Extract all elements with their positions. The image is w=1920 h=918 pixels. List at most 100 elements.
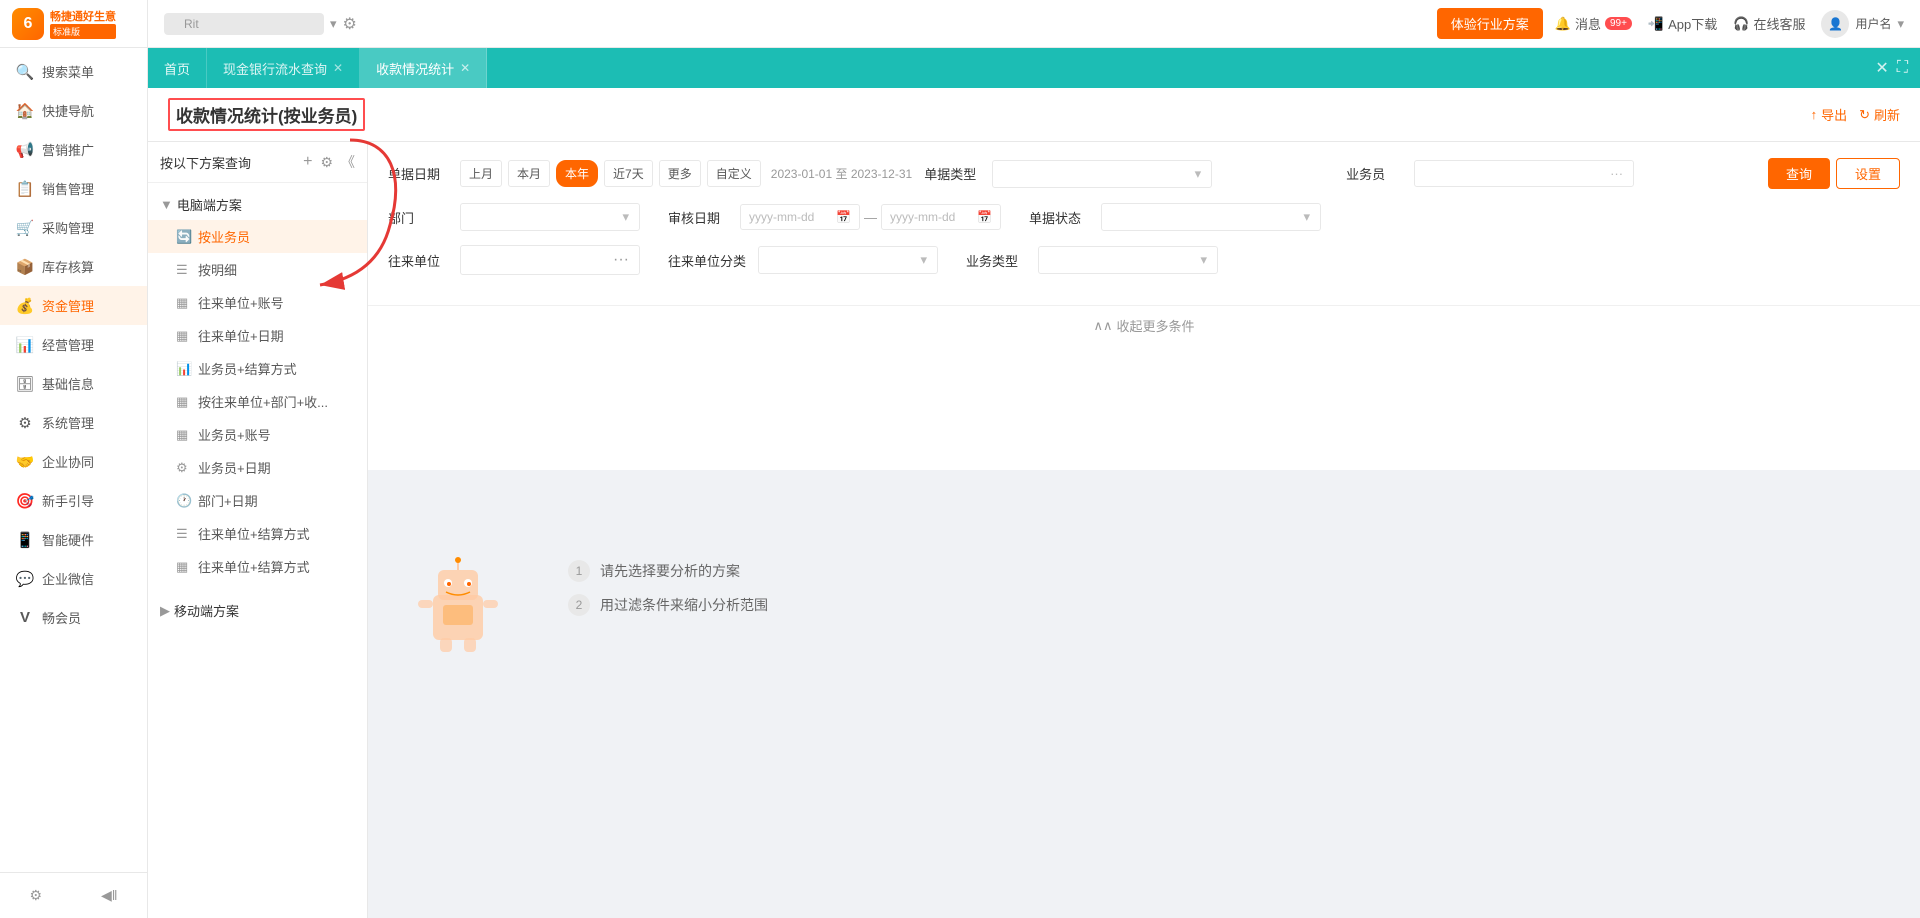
sidebar-item-member[interactable]: V 畅会员 <box>0 598 147 637</box>
sidebar-item-purchase[interactable]: 🛒 采购管理 <box>0 208 147 247</box>
scheme-item-by-detail[interactable]: ☰ 按明细 <box>148 253 367 286</box>
scheme-item-partner-payment2[interactable]: ▦ 往来单位+结算方式 <box>148 550 367 583</box>
scheme-section-mobile: ▶ 移动端方案 <box>148 589 367 632</box>
salesman-more-icon[interactable]: ··· <box>1610 166 1623 181</box>
online-service-btn[interactable]: 🎧 在线客服 <box>1733 14 1805 33</box>
refresh-btn[interactable]: ↻ 刷新 <box>1859 105 1900 124</box>
chart-icon: 📊 <box>16 336 34 354</box>
sidebar-item-system[interactable]: ⚙ 系统管理 <box>0 403 147 442</box>
content-area: 收款情况统计(按业务员) ↑ 导出 ↻ 刷新 按以下方案查询 <box>148 88 1920 918</box>
message-btn[interactable]: 🔔 消息 99+ <box>1555 14 1632 33</box>
partner-payment2-icon: ▦ <box>176 559 192 575</box>
doc-type-row: 单据类型 ▾ 业务员 <box>924 158 1900 189</box>
doc-status-select[interactable]: ▾ <box>1101 203 1321 231</box>
date-btn-last-month[interactable]: 上月 <box>460 160 502 187</box>
dept-date-icon: 🕐 <box>176 493 192 509</box>
export-btn[interactable]: ↑ 导出 <box>1811 105 1848 124</box>
sidebar-item-sales[interactable]: 📋 销售管理 <box>0 169 147 208</box>
scheme-item-partner-dept[interactable]: ▦ 按往来单位+部门+收... <box>148 385 367 418</box>
robot-illustration <box>408 550 508 660</box>
salesman-group: 业务员 ··· <box>1346 160 1752 187</box>
scheme-add-btn[interactable]: + <box>303 153 312 171</box>
set-btn[interactable]: 设置 <box>1836 158 1900 189</box>
scheme-item-partner-account[interactable]: ▦ 往来单位+账号 <box>148 286 367 319</box>
salesman-select[interactable]: ··· <box>1414 160 1634 187</box>
sidebar-item-smart-hw[interactable]: 📱 智能硬件 <box>0 520 147 559</box>
tab-expand-icon[interactable]: ⛶ <box>1897 59 1908 77</box>
top-header: Rit ▾ ⚙ 体验行业方案 🔔 消息 99+ 📲 App下载 🎧 在线客服 👤… <box>148 0 1920 48</box>
sidebar-item-wechat[interactable]: 💬 企业微信 <box>0 559 147 598</box>
query-btn[interactable]: 查询 <box>1768 158 1830 189</box>
trial-btn[interactable]: 体验行业方案 <box>1437 8 1543 39</box>
date-options-group: 上月 本月 本年 近7天 更多 自定义 2023-01-01 至 2023-12… <box>460 160 912 187</box>
handshake-icon: 🤝 <box>16 453 34 471</box>
filter-area: 单据日期 上月 本月 本年 近7天 更多 自定义 2023-01-01 至 20… <box>368 142 1920 305</box>
salesman-payment-icon: 📊 <box>176 361 192 377</box>
salesman-icon: 🔄 <box>176 229 192 245</box>
sidebar-item-finance[interactable]: 💰 资金管理 <box>0 286 147 325</box>
partner-more-icon[interactable]: ··· <box>613 251 629 269</box>
tab-close-bank-flow[interactable]: ✕ <box>333 61 343 75</box>
partner-cat-chevron: ▾ <box>920 252 927 268</box>
doc-type-select[interactable]: ▾ <box>992 160 1212 188</box>
tab-home[interactable]: 首页 <box>148 48 207 88</box>
scheme-item-dept-date[interactable]: 🕐 部门+日期 <box>148 484 367 517</box>
scheme-item-partner-date[interactable]: ▦ 往来单位+日期 <box>148 319 367 352</box>
sidebar-item-operation[interactable]: 📊 经营管理 <box>0 325 147 364</box>
avatar[interactable]: 👤 <box>1821 10 1849 38</box>
settings-footer-btn[interactable]: ⚙ <box>21 883 50 908</box>
review-date-end[interactable]: yyyy-mm-dd 📅 <box>881 204 1001 230</box>
page-header: 收款情况统计(按业务员) ↑ 导出 ↻ 刷新 <box>148 88 1920 142</box>
scheme-section-desktop-header[interactable]: ▼ 电脑端方案 <box>148 189 367 220</box>
cart-icon: 🛒 <box>16 219 34 237</box>
scheme-panel: 按以下方案查询 + ⚙ 《 ▼ 电脑端方案 🔄 按业务员 <box>148 142 368 918</box>
scheme-item-salesman-payment[interactable]: 📊 业务员+结算方式 <box>148 352 367 385</box>
sidebar-footer: ⚙ ◀‖ <box>0 872 147 918</box>
review-date-start[interactable]: yyyy-mm-dd 📅 <box>740 204 860 230</box>
tab-close-all-icon[interactable]: ✕ <box>1875 58 1888 78</box>
scheme-settings-btn[interactable]: ⚙ <box>320 154 333 171</box>
sidebar-item-quick-nav[interactable]: 🏠 快捷导航 <box>0 91 147 130</box>
date-btn-more[interactable]: 更多 <box>659 160 701 187</box>
tab-collection-stats[interactable]: 收款情况统计 ✕ <box>360 48 487 88</box>
refresh-icon: ↻ <box>1859 107 1870 123</box>
partner-select[interactable]: ··· <box>460 245 640 275</box>
tab-close-collection-stats[interactable]: ✕ <box>460 61 470 75</box>
dept-select[interactable]: ▾ <box>460 203 640 231</box>
sidebar-item-enterprise[interactable]: 🤝 企业协同 <box>0 442 147 481</box>
sidebar-item-search[interactable]: 🔍 搜索菜单 <box>0 52 147 91</box>
date-btn-this-year[interactable]: 本年 <box>556 160 598 187</box>
biz-type-select[interactable]: ▾ <box>1038 246 1218 274</box>
workspace-selector[interactable]: Rit <box>164 13 324 35</box>
partner-category-select[interactable]: ▾ <box>758 246 938 274</box>
scheme-item-salesman-account[interactable]: ▦ 业务员+账号 <box>148 418 367 451</box>
mobile-expand-icon: ▶ <box>160 603 170 619</box>
user-chevron-icon: ▾ <box>1897 16 1904 32</box>
scheme-header-icons: + ⚙ 《 <box>303 152 355 172</box>
home-icon: 🏠 <box>16 102 34 120</box>
body-layout: 按以下方案查询 + ⚙ 《 ▼ 电脑端方案 🔄 按业务员 <box>148 142 1920 918</box>
filter-panel: 单据日期 上月 本月 本年 近7天 更多 自定义 2023-01-01 至 20… <box>368 142 1920 470</box>
sidebar-item-basic-info[interactable]: 🗄 基础信息 <box>0 364 147 403</box>
empty-robot <box>408 550 508 660</box>
collapse-footer-btn[interactable]: ◀‖ <box>93 883 126 908</box>
sidebar-item-guide[interactable]: 🎯 新手引导 <box>0 481 147 520</box>
date-btn-last-7[interactable]: 近7天 <box>604 160 653 187</box>
sidebar-item-inventory[interactable]: 📦 库存核算 <box>0 247 147 286</box>
app-download-btn[interactable]: 📲 App下载 <box>1648 14 1717 33</box>
sidebar-item-marketing[interactable]: 📢 营销推广 <box>0 130 147 169</box>
scheme-item-salesman-date[interactable]: ⚙ 业务员+日期 <box>148 451 367 484</box>
collapse-filters-btn[interactable]: ∧∧ 收起更多条件 <box>368 305 1920 345</box>
scheme-item-partner-payment1[interactable]: ☰ 往来单位+结算方式 <box>148 517 367 550</box>
megaphone-icon: 📢 <box>16 141 34 159</box>
scheme-item-by-salesman[interactable]: 🔄 按业务员 <box>148 220 367 253</box>
partner-date-icon: ▦ <box>176 328 192 344</box>
date-btn-this-month[interactable]: 本月 <box>508 160 550 187</box>
member-icon: V <box>16 609 34 627</box>
scheme-section-mobile-header[interactable]: ▶ 移动端方案 <box>148 595 367 626</box>
date-btn-custom[interactable]: 自定义 <box>707 160 761 187</box>
filter-row-3: 往来单位 ··· 往来单位分类 ▾ 业务类型 <box>388 245 1900 275</box>
tab-bank-flow[interactable]: 现金银行流水查询 ✕ <box>207 48 360 88</box>
scheme-collapse-btn[interactable]: 《 <box>341 152 355 172</box>
settings-icon[interactable]: ⚙ <box>343 14 357 34</box>
